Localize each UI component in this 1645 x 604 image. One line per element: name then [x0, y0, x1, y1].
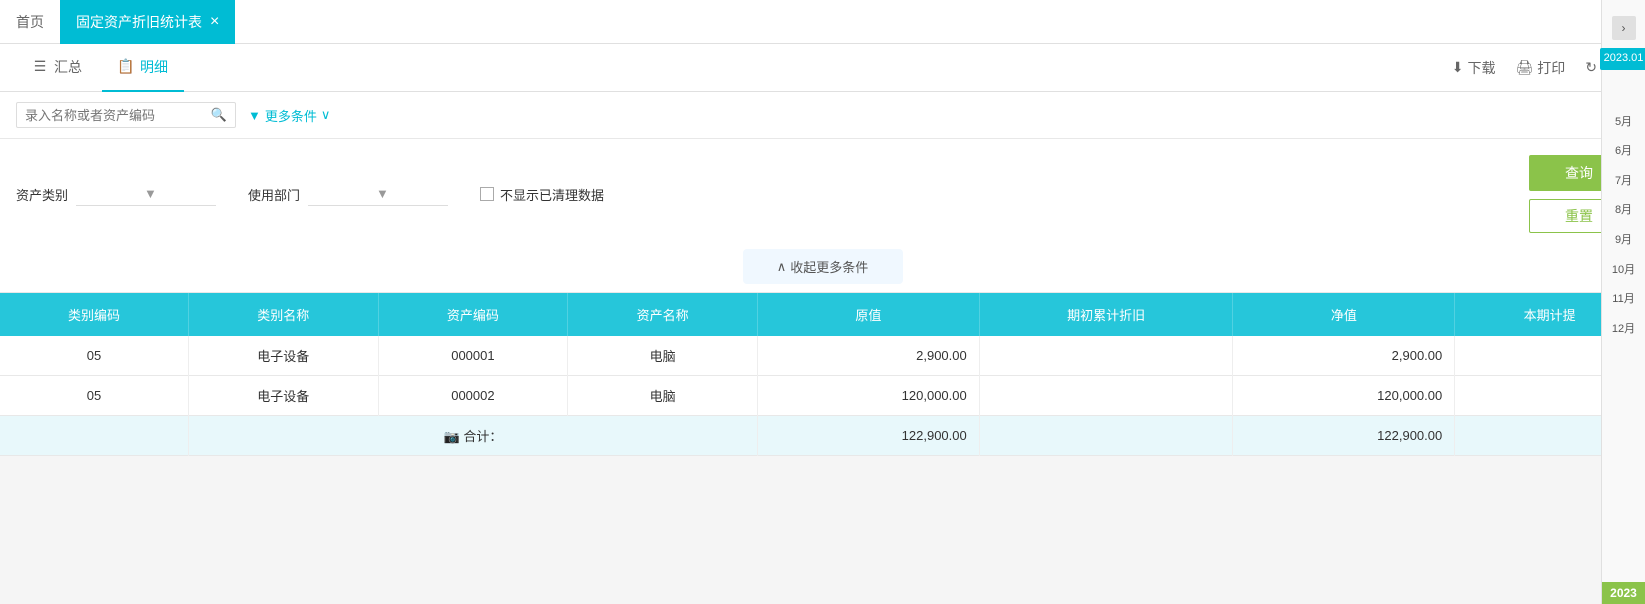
col-asset-code: 资产编码: [378, 293, 568, 336]
home-tab[interactable]: 首页: [16, 12, 60, 32]
collapse-label: 收起更多条件: [790, 257, 868, 276]
year-badge[interactable]: 2023: [1602, 582, 1645, 604]
active-tab-label: 固定资产折旧统计表: [76, 12, 202, 32]
summary-icon: ☰: [32, 59, 48, 75]
chevron-down-icon: ∨: [321, 107, 331, 123]
col-category-code: 类别编码: [0, 293, 188, 336]
hide-cleared-checkbox[interactable]: 不显示已清理数据: [480, 185, 604, 204]
cell-category-name: 电子设备: [188, 336, 378, 376]
right-panel-top: › 2023.01: [1600, 0, 1645, 70]
summary-icon: 📷: [444, 429, 460, 444]
asset-category-chevron: ▼: [144, 186, 208, 201]
more-conditions-label: 更多条件: [265, 106, 317, 125]
filter-icon: ▼: [248, 108, 261, 123]
table-body: 05 电子设备 000001 电脑 2,900.00 2,900.00 05 电…: [0, 336, 1645, 456]
department-chevron: ▼: [376, 186, 440, 201]
month-list: 5月 6月 7月 8月 9月 10月 11月 12月: [1610, 110, 1637, 343]
month-12[interactable]: 12月: [1610, 317, 1637, 343]
month-8[interactable]: 8月: [1613, 198, 1634, 224]
toolbar: ☰ 汇总 📋 明细 ⬇ 下载 🖨 打印 ↻: [0, 44, 1645, 92]
search-input-wrap[interactable]: 🔍: [16, 102, 236, 128]
filter-bar: 🔍 ▼ 更多条件 ∨: [0, 92, 1645, 139]
tab-detail-label: 明细: [140, 57, 168, 77]
month-9[interactable]: 9月: [1613, 228, 1634, 254]
tab-close-icon[interactable]: ×: [210, 13, 219, 31]
cell-original-value: 120,000.00: [757, 376, 979, 416]
print-icon: 🖨: [1515, 59, 1533, 76]
table-header: 类别编码 类别名称 资产编码 资产名称 原值 期初累计折旧 净值 本期计提: [0, 293, 1645, 336]
month-10[interactable]: 10月: [1610, 258, 1637, 284]
conditions-row: 资产类别 ▼ 使用部门 ▼ 不显示已清理数据: [16, 155, 1629, 233]
download-icon: ⬇: [1452, 59, 1464, 76]
col-asset-name: 资产名称: [568, 293, 758, 336]
checkbox-box: [480, 187, 494, 201]
data-table: 类别编码 类别名称 资产编码 资产名称 原值 期初累计折旧 净值 本期计提 05…: [0, 293, 1645, 456]
col-accumulated-depreciation: 期初累计折旧: [979, 293, 1233, 336]
cell-asset-code: 000001: [378, 336, 568, 376]
tab-detail[interactable]: 📋 明细: [102, 44, 184, 92]
asset-category-select[interactable]: ▼: [76, 182, 216, 206]
tab-group: ☰ 汇总 📋 明细: [16, 44, 184, 92]
summary-label: 📷 合计：: [188, 416, 757, 456]
top-nav: 首页 固定资产折旧统计表 × ×: [0, 0, 1645, 44]
cell-category-code: 05: [0, 336, 188, 376]
cell-original-value: 2,900.00: [757, 336, 979, 376]
tab-summary-label: 汇总: [54, 57, 82, 77]
cell-asset-name: 电脑: [568, 336, 758, 376]
summary-original-value: 122,900.00: [757, 416, 979, 456]
department-filter: 使用部门 ▼: [248, 182, 448, 206]
search-input[interactable]: [25, 108, 205, 123]
date-label-current[interactable]: 2023.01: [1600, 48, 1645, 70]
table-row[interactable]: 05 电子设备 000002 电脑 120,000.00 120,000.00: [0, 376, 1645, 416]
cell-category-code: 05: [0, 376, 188, 416]
cell-accumulated-depreciation: [979, 376, 1233, 416]
cell-asset-code: 000002: [378, 376, 568, 416]
asset-category-label: 资产类别: [16, 185, 68, 204]
collapse-conditions-button[interactable]: ∧ 收起更多条件: [743, 249, 903, 284]
month-5[interactable]: 5月: [1613, 110, 1634, 136]
cell-accumulated-depreciation: [979, 336, 1233, 376]
month-6[interactable]: 6月: [1613, 139, 1634, 165]
cell-net-value: 2,900.00: [1233, 336, 1455, 376]
tab-summary[interactable]: ☰ 汇总: [16, 44, 98, 92]
cell-category-name: 电子设备: [188, 376, 378, 416]
col-net-value: 净值: [1233, 293, 1455, 336]
table-summary-row: 📷 合计： 122,900.00 122,900.00: [0, 416, 1645, 456]
asset-category-filter: 资产类别 ▼: [16, 182, 216, 206]
cell-asset-name: 电脑: [568, 376, 758, 416]
table-row[interactable]: 05 电子设备 000001 电脑 2,900.00 2,900.00: [0, 336, 1645, 376]
hide-cleared-label: 不显示已清理数据: [500, 185, 604, 204]
department-label: 使用部门: [248, 185, 300, 204]
data-table-wrap: 类别编码 类别名称 资产编码 资产名称 原值 期初累计折旧 净值 本期计提 05…: [0, 293, 1645, 456]
collapse-icon: ∧: [777, 259, 787, 275]
right-panel-arrow[interactable]: ›: [1612, 16, 1636, 40]
download-button[interactable]: ⬇ 下载: [1452, 58, 1496, 78]
refresh-icon: ↻: [1585, 59, 1597, 76]
print-label: 打印: [1537, 58, 1565, 78]
conditions-panel: 资产类别 ▼ 使用部门 ▼ 不显示已清理数据: [0, 139, 1645, 293]
summary-net-value: 122,900.00: [1233, 416, 1455, 456]
more-conditions-button[interactable]: ▼ 更多条件 ∨: [248, 106, 330, 125]
right-panel: › 2023.01 5月 6月 7月 8月 9月 10月 11月 12月 202…: [1601, 0, 1645, 604]
active-tab[interactable]: 固定资产折旧统计表 ×: [60, 0, 235, 44]
department-select[interactable]: ▼: [308, 182, 448, 206]
month-11[interactable]: 11月: [1610, 287, 1636, 313]
download-label: 下载: [1467, 58, 1495, 78]
print-button[interactable]: 🖨 打印: [1515, 58, 1565, 78]
detail-icon: 📋: [118, 59, 134, 75]
arrow-icon: ›: [1622, 21, 1626, 35]
summary-accumulated-depreciation: [979, 416, 1233, 456]
summary-empty-1: [0, 416, 188, 456]
search-icon: 🔍: [211, 107, 227, 123]
month-7[interactable]: 7月: [1613, 169, 1634, 195]
col-category-name: 类别名称: [188, 293, 378, 336]
cell-net-value: 120,000.00: [1233, 376, 1455, 416]
col-original-value: 原值: [757, 293, 979, 336]
